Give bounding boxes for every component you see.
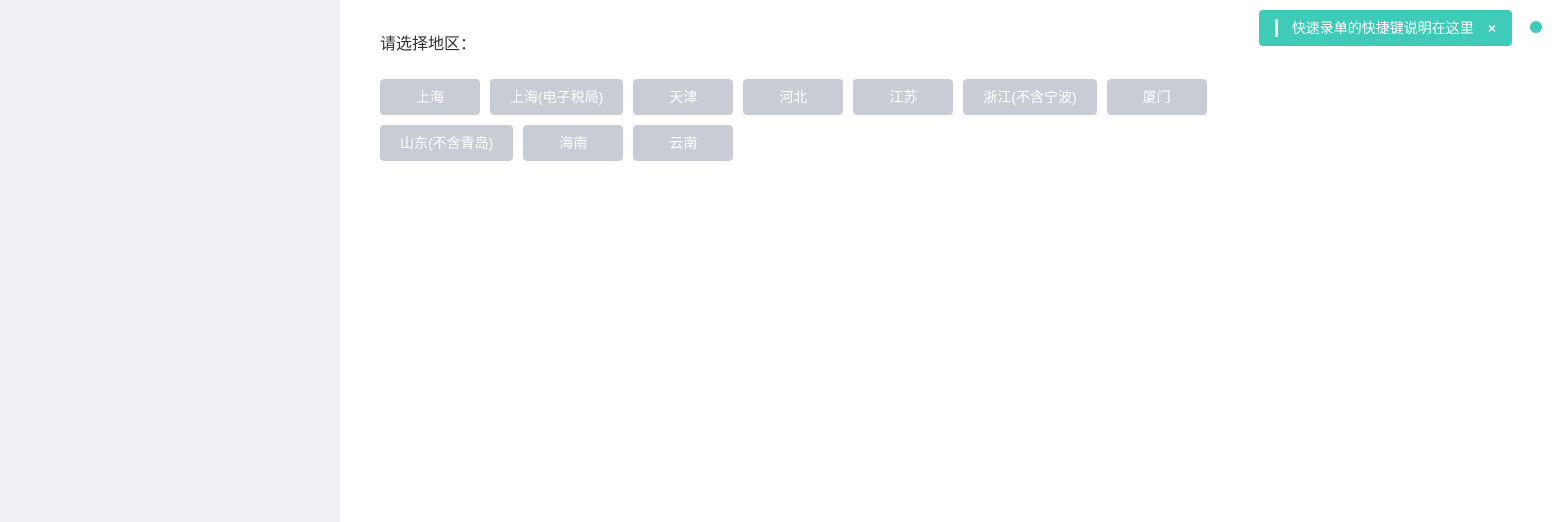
region-button-hebei[interactable]: 河北	[743, 79, 843, 115]
region-button-hainan[interactable]: 海南	[523, 125, 623, 161]
tooltip-dot	[1530, 21, 1542, 33]
region-button-shanghai[interactable]: 上海	[380, 79, 480, 115]
region-button-yunnan[interactable]: 云南	[633, 125, 733, 161]
left-sidebar	[0, 0, 340, 522]
region-row-2: 山东(不含青岛) 海南云南	[380, 125, 1522, 161]
main-content: 请选择地区： 上海上海(电子税局)天津河北江苏浙江(不含宁波)厦门 山东(不含青…	[340, 0, 1562, 522]
region-row-1: 上海上海(电子税局) 天津河北江苏浙江(不含宁波) 厦门	[380, 79, 1522, 115]
region-button-shandong[interactable]: 山东(不含青岛)	[380, 125, 513, 161]
region-button-xiamen[interactable]: 厦门	[1107, 79, 1207, 115]
region-button-jiangsu[interactable]: 江苏	[853, 79, 953, 115]
region-button-tianjin[interactable]: 天津	[633, 79, 733, 115]
region-button-zhejiang[interactable]: 浙江(不含宁波)	[963, 79, 1096, 115]
tooltip-close-button[interactable]: ×	[1488, 20, 1496, 36]
tooltip-banner: 快速录单的快捷键说明在这里 ×	[1259, 10, 1512, 46]
tooltip-label: 快速录单的快捷键说明在这里	[1292, 18, 1474, 38]
region-button-shanghai-etax[interactable]: 上海(电子税局)	[490, 79, 623, 115]
